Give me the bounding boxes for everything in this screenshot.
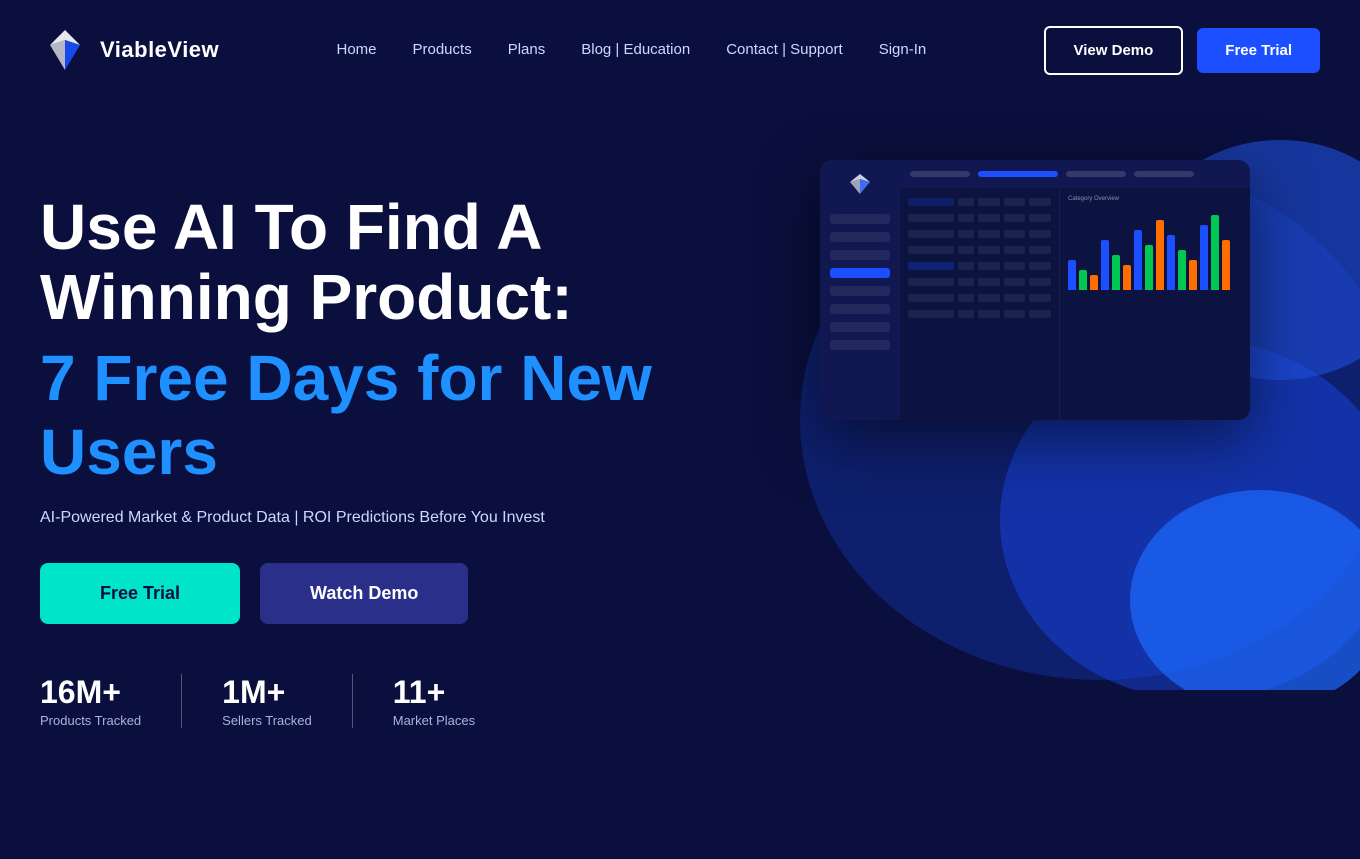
db-bar-1	[1068, 260, 1076, 290]
nav-actions: View Demo Free Trial	[1044, 26, 1320, 75]
db-nav-1	[830, 214, 890, 224]
db-chart-label: Category Overview	[1068, 196, 1242, 202]
db-nav-4	[830, 268, 890, 278]
nav-plans[interactable]: Plans	[508, 41, 546, 58]
db-bar-9	[1156, 220, 1164, 290]
db-sidebar	[820, 160, 900, 420]
db-bar-15	[1222, 240, 1230, 290]
stat-sellers-label: Sellers Tracked	[222, 713, 312, 728]
db-bar-4	[1101, 240, 1109, 290]
watch-demo-button[interactable]: Watch Demo	[260, 563, 468, 624]
db-nav-3	[830, 250, 890, 260]
stat-products-label: Products Tracked	[40, 713, 141, 728]
db-bar-5	[1112, 255, 1120, 290]
view-demo-button[interactable]: View Demo	[1044, 26, 1184, 75]
db-bar-8	[1145, 245, 1153, 290]
db-nav-2	[830, 232, 890, 242]
db-row-4	[908, 244, 1051, 256]
nav-blog[interactable]: Blog | Education	[581, 41, 690, 58]
nav-home[interactable]: Home	[336, 41, 376, 58]
db-bar-11	[1178, 250, 1186, 290]
stat-markets: 11+ Market Places	[352, 674, 515, 728]
dashboard-screenshot: Category Overview	[820, 160, 1250, 420]
db-row-6	[908, 276, 1051, 288]
db-table	[900, 188, 1060, 420]
db-tab-1	[910, 171, 970, 177]
stat-markets-label: Market Places	[393, 713, 475, 728]
navbar: ViableView Home Products Plans Blog | Ed…	[0, 0, 1360, 100]
stat-products: 16M+ Products Tracked	[40, 674, 181, 728]
db-row-2	[908, 212, 1051, 224]
db-row-3	[908, 228, 1051, 240]
db-tab-active	[978, 171, 1058, 177]
db-content-area: Category Overview	[900, 188, 1250, 420]
logo[interactable]: ViableView	[40, 25, 219, 75]
logo-text: ViableView	[100, 37, 219, 63]
db-tab-3	[1066, 171, 1126, 177]
hero-content: Use AI To Find A Winning Product: 7 Free…	[40, 192, 740, 729]
hero-section: Use AI To Find A Winning Product: 7 Free…	[0, 100, 1360, 780]
hero-title: Use AI To Find A Winning Product:	[40, 192, 740, 333]
free-trial-hero-button[interactable]: Free Trial	[40, 563, 240, 624]
hero-buttons: Free Trial Watch Demo	[40, 563, 740, 624]
db-header	[900, 160, 1250, 188]
stat-products-number: 16M+	[40, 674, 121, 711]
db-bar-3	[1090, 275, 1098, 290]
stat-sellers: 1M+ Sellers Tracked	[181, 674, 352, 728]
db-bar-chart	[1068, 210, 1242, 290]
db-bar-14	[1211, 215, 1219, 290]
db-bar-2	[1079, 270, 1087, 290]
db-tab-4	[1134, 171, 1194, 177]
db-row-5	[908, 260, 1051, 272]
logo-icon	[40, 25, 90, 75]
free-trial-nav-button[interactable]: Free Trial	[1197, 28, 1320, 73]
stats-row: 16M+ Products Tracked 1M+ Sellers Tracke…	[40, 674, 740, 728]
db-chart: Category Overview	[1060, 188, 1250, 420]
hero-subtitle: AI-Powered Market & Product Data | ROI P…	[40, 509, 740, 527]
db-bar-10	[1167, 235, 1175, 290]
db-nav-7	[830, 322, 890, 332]
nav-links: Home Products Plans Blog | Education Con…	[336, 41, 926, 59]
db-bar-13	[1200, 225, 1208, 290]
stat-markets-number: 11+	[393, 674, 446, 711]
db-bar-7	[1134, 230, 1142, 290]
db-nav-6	[830, 304, 890, 314]
nav-signin[interactable]: Sign-In	[879, 41, 927, 58]
db-nav-5	[830, 286, 890, 296]
db-row-8	[908, 308, 1051, 320]
db-logo-icon	[845, 172, 875, 196]
nav-products[interactable]: Products	[413, 41, 472, 58]
db-main-content: Category Overview	[900, 160, 1250, 420]
db-row-1	[908, 196, 1051, 208]
nav-contact[interactable]: Contact | Support	[726, 41, 842, 58]
stat-sellers-number: 1M+	[222, 674, 285, 711]
db-row-7	[908, 292, 1051, 304]
hero-title-highlight: 7 Free Days for New Users	[40, 342, 740, 489]
db-nav-8	[830, 340, 890, 350]
hero-visual: Category Overview	[800, 100, 1360, 680]
db-bar-6	[1123, 265, 1131, 290]
db-bar-12	[1189, 260, 1197, 290]
